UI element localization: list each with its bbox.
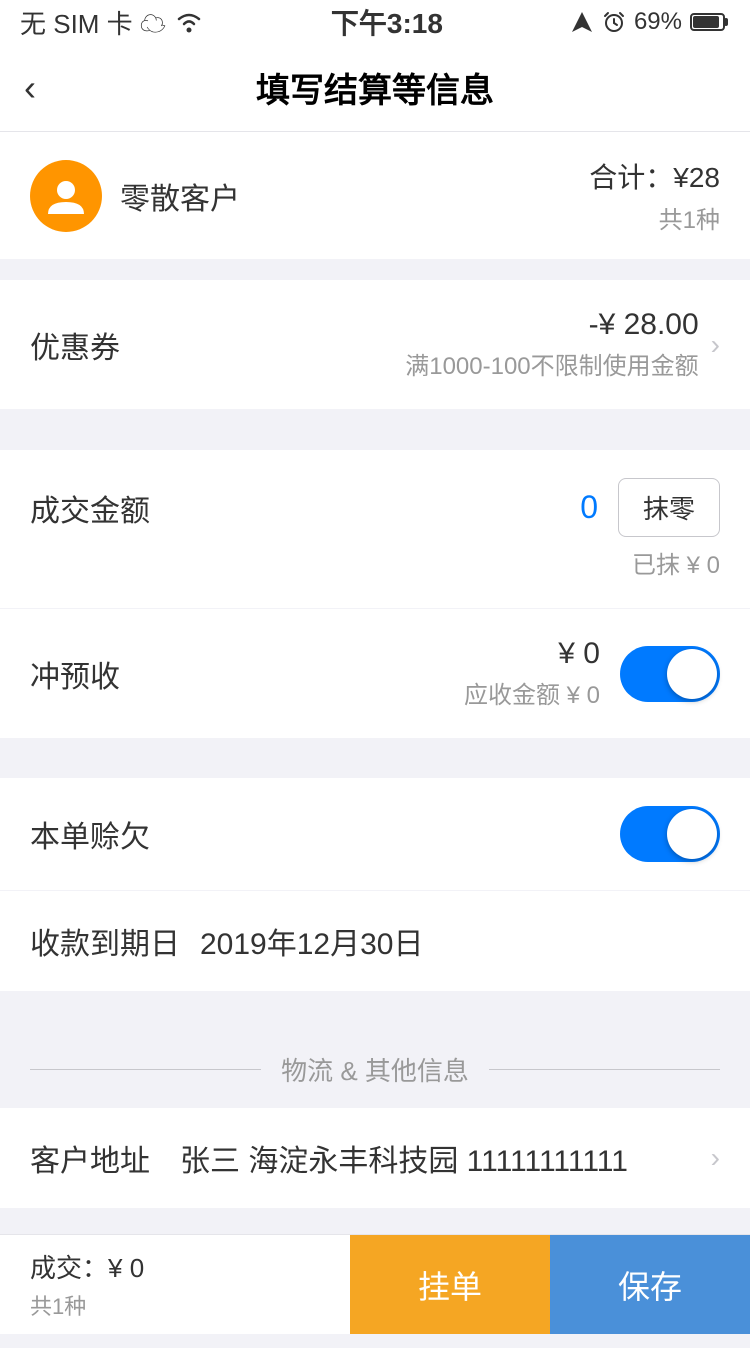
debt-toggle-knob [667,809,717,859]
customer-avatar [30,160,102,232]
customer-name: 零散客户 [120,174,240,218]
deal-row-top: 成交金额 0 抹零 [30,478,720,537]
back-button[interactable]: ‹ [24,67,36,109]
wifi-icon [174,11,204,33]
logistics-line-right [489,1069,720,1070]
logistics-line-left [30,1069,261,1070]
bottom-footer: 成交：¥ 0 共1种 挂单 保存 [0,1234,750,1334]
duedate-label: 收款到期日 [30,919,180,963]
alarm-icon [602,10,626,34]
prereceive-main: ¥ 0 [464,637,600,671]
logistics-header: 物流 & 其他信息 [0,1031,750,1108]
prereceive-amounts: ¥ 0 应收金额 ¥ 0 [464,637,600,710]
footer-deal: 成交：¥ 0 [30,1248,320,1285]
prereceive-toggle[interactable] [620,646,720,702]
battery-icon [690,11,730,33]
duedate-row[interactable]: 收款到期日 2019年12月30日 [0,890,750,991]
customer-total: 合计：¥28 [589,156,720,196]
footer-deal-amount: ¥ 0 [108,1253,144,1283]
divider-1 [0,430,750,450]
customer-section: 零散客户 合计：¥28 共1种 [0,132,750,260]
status-bar: 无 SIM 卡 ☁ 下午3:18 69% [0,0,750,44]
person-icon [44,174,88,218]
location-icon [570,10,594,34]
coupon-row[interactable]: 优惠券 -¥ 28.00 满1000-100不限制使用金额 › [0,280,750,410]
customer-totals: 合计：¥28 共1种 [589,156,720,235]
address-label: 客户地址 [30,1136,150,1180]
footer-info: 成交：¥ 0 共1种 [0,1235,350,1334]
status-left: 无 SIM 卡 ☁ [20,4,204,41]
sim-status: 无 SIM 卡 ☁ [20,4,166,41]
footer-count: 共1种 [30,1289,320,1321]
address-section: 客户地址 张三 海淀永丰科技园 11111111111 › [0,1108,750,1208]
debt-section: 本单赊欠 收款到期日 2019年12月30日 [0,778,750,991]
coupon-discount: -¥ 28.00 [405,308,698,342]
coupon-label: 优惠券 [30,323,120,367]
divider-2 [0,758,750,778]
deal-amount-row: 成交金额 0 抹零 已抹 ¥ 0 [0,450,750,609]
round-button[interactable]: 抹零 [618,478,720,537]
coupon-value-wrapper: -¥ 28.00 满1000-100不限制使用金额 [405,308,698,381]
prereceive-label: 冲预收 [30,652,120,696]
address-value: 张三 海淀永丰科技园 11111111111 [180,1136,681,1180]
footer-deal-label: 成交： [30,1253,108,1283]
duedate-value: 2019年12月30日 [200,919,423,963]
address-chevron-icon: › [711,1142,720,1174]
customer-left: 零散客户 [30,160,240,232]
save-button[interactable]: 保存 [550,1235,750,1334]
divider-3 [0,1011,750,1031]
status-time: 下午3:18 [331,2,443,42]
nav-bar: ‹ 填写结算等信息 [0,44,750,132]
prereceive-row: 冲预收 ¥ 0 应收金额 ¥ 0 [0,609,750,738]
coupon-section: 优惠券 -¥ 28.00 满1000-100不限制使用金额 › [0,280,750,410]
debt-row: 本单赊欠 [0,778,750,890]
deal-right: 0 抹零 [580,478,720,537]
deal-sub: 已抹 ¥ 0 [30,545,720,580]
logistics-title: 物流 & 其他信息 [281,1051,469,1088]
deal-label: 成交金额 [30,486,150,530]
chevron-right-icon: › [711,329,720,361]
toggle-knob [667,649,717,699]
page-title: 填写结算等信息 [256,63,494,112]
status-right: 69% [570,8,730,36]
address-row[interactable]: 客户地址 张三 海淀永丰科技园 11111111111 › [0,1108,750,1208]
battery-percent: 69% [634,8,682,36]
deal-section: 成交金额 0 抹零 已抹 ¥ 0 冲预收 ¥ 0 应收金额 ¥ 0 [0,450,750,738]
customer-row: 零散客户 合计：¥28 共1种 [0,132,750,260]
debt-label: 本单赊欠 [30,812,150,856]
prereceive-sub: 应收金额 ¥ 0 [464,675,600,710]
coupon-right: -¥ 28.00 满1000-100不限制使用金额 › [405,308,720,381]
pending-button[interactable]: 挂单 [350,1235,550,1334]
prereceive-right: ¥ 0 应收金额 ¥ 0 [464,637,720,710]
coupon-desc: 满1000-100不限制使用金额 [405,346,698,381]
customer-count: 共1种 [589,200,720,235]
debt-toggle[interactable] [620,806,720,862]
deal-amount-value: 0 [580,489,598,526]
